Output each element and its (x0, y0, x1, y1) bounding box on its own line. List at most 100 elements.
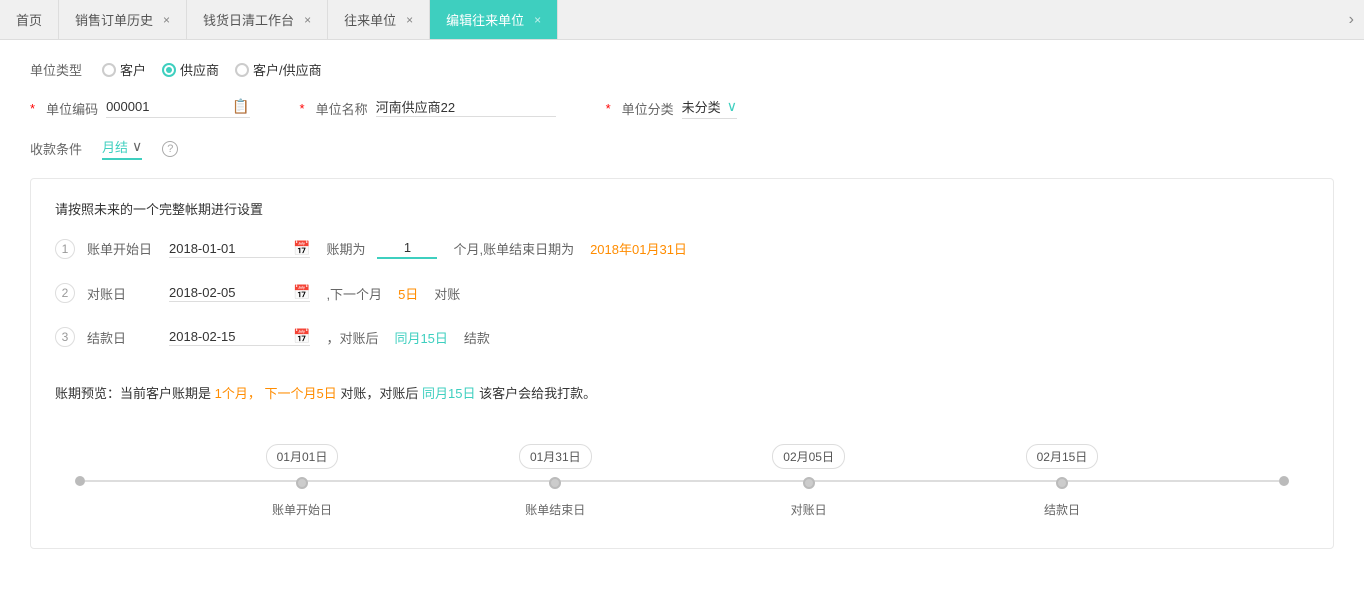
tab-bar: 首页 销售订单历史 × 钱货日清工作台 × 往来单位 × 编辑往来单位 × › (0, 0, 1364, 40)
unit-name-star: * (300, 101, 305, 116)
step-row-2: 2 对账日 📅 ,下一个月 5日 对账 (55, 283, 1309, 303)
timeline-tag-4: 02月15日 (1026, 444, 1099, 469)
card-title: 请按照未来的一个完整帐期进行设置 (55, 199, 1309, 218)
unit-category-value: 未分类 (682, 97, 721, 116)
timeline-tag-3: 02月05日 (772, 444, 845, 469)
step-period-label-1: 账期为 (326, 239, 365, 258)
timeline-dot-3 (803, 477, 815, 489)
tab-home-label: 首页 (16, 10, 42, 29)
timeline-tag-2: 01月31日 (519, 444, 592, 469)
step-period-unit-1: 个月,账单结束日期为 (453, 239, 574, 258)
unit-type-row: 单位类型 客户 供应商 客户/供应商 (30, 60, 1334, 79)
timeline-end-cap (1279, 476, 1289, 486)
timeline-label-2: 账单结束日 (525, 501, 585, 518)
step-desc-2-highlight: 5日 (398, 284, 418, 303)
tab-home[interactable]: 首页 (0, 0, 59, 39)
timeline-node-2: 01月31日 账单结束日 (519, 444, 592, 518)
unit-code-input-wrapper: 📋 (106, 98, 249, 118)
timeline-dot-1 (296, 477, 308, 489)
unit-code-star: * (30, 101, 35, 116)
step-date-2-calendar-icon[interactable]: 📅 (293, 284, 310, 301)
tab-sales-history-label: 销售订单历史 (75, 10, 153, 29)
step-date-1-input[interactable] (169, 241, 289, 256)
tab-sales-history-close[interactable]: × (163, 13, 170, 27)
preview-text: 账期预览：当前客户账期是 1个月， 下一个月5日 对账，对账后 同月15日 该客… (55, 371, 1309, 414)
unit-name-group: * 单位名称 (300, 99, 556, 118)
timeline-label-3: 对账日 (791, 501, 827, 518)
tab-partner-label: 往来单位 (344, 10, 396, 29)
step-date-3-wrapper: 📅 (169, 328, 310, 346)
step-label-3: 结款日 (87, 328, 157, 347)
timeline-tag-1: 01月01日 (266, 444, 339, 469)
payment-row: 收款条件 月结 ∨ ? (30, 137, 1334, 160)
preview-end: 该客户会给我打款。 (479, 386, 596, 401)
tab-sales-history[interactable]: 销售订单历史 × (59, 0, 187, 39)
timeline-dot-4 (1056, 477, 1068, 489)
step-date-1-calendar-icon[interactable]: 📅 (293, 240, 310, 257)
unit-info-row: * 单位编码 📋 * 单位名称 * 单位分类 未分类 ∨ (30, 97, 1334, 119)
unit-type-label: 单位类型 (30, 60, 82, 79)
preview-label: 账期预览：当前客户账期是 (55, 386, 211, 401)
step-date-3-input[interactable] (169, 329, 289, 344)
unit-name-input-wrapper (376, 99, 556, 117)
unit-category-star: * (606, 101, 611, 116)
tab-partner-close[interactable]: × (406, 13, 413, 27)
step-period-input-1[interactable] (377, 238, 437, 259)
timeline-start-dot (75, 476, 85, 486)
tab-edit-partner[interactable]: 编辑往来单位 × (430, 0, 558, 39)
unit-category-label: 单位分类 (622, 99, 674, 118)
payment-chevron-icon: ∨ (132, 138, 142, 155)
unit-name-input[interactable] (376, 99, 556, 114)
radio-supplier-circle (162, 63, 176, 77)
step-date-2-wrapper: 📅 (169, 284, 310, 302)
step-period-end-date-1: 2018年01月31日 (590, 239, 687, 258)
preview-part1: 1个月， (215, 386, 261, 401)
tab-edit-partner-label: 编辑往来单位 (446, 10, 524, 29)
tab-more-arrow[interactable]: › (1339, 0, 1364, 39)
timeline-label-4: 结款日 (1044, 501, 1080, 518)
tab-partner[interactable]: 往来单位 × (328, 0, 430, 39)
radio-customer[interactable]: 客户 (102, 60, 146, 79)
radio-supplier[interactable]: 供应商 (162, 60, 219, 79)
preview-part2: 下一个月5日 (265, 386, 337, 401)
unit-category-select[interactable]: 未分类 ∨ (682, 97, 737, 119)
step-desc-3-prefix: ，对账后 (326, 328, 378, 347)
main-content: 单位类型 客户 供应商 客户/供应商 * 单位编码 📋 (0, 40, 1364, 608)
timeline-dot-2 (549, 477, 561, 489)
timeline-node-4: 02月15日 结款日 (1026, 444, 1099, 518)
radio-customer-label: 客户 (120, 60, 146, 79)
unit-code-input[interactable] (106, 99, 226, 114)
radio-group-unit-type: 客户 供应商 客户/供应商 (102, 60, 322, 79)
step-desc-2-suffix: 对账 (434, 284, 460, 303)
tab-cash-work-label: 钱货日清工作台 (203, 10, 294, 29)
preview-part3: 同月15日 (422, 386, 475, 401)
tab-edit-partner-close[interactable]: × (534, 13, 541, 27)
step-date-3-calendar-icon[interactable]: 📅 (293, 328, 310, 345)
timeline-label-1: 账单开始日 (272, 501, 332, 518)
step-row-3: 3 结款日 📅 ，对账后 同月15日 结款 (55, 327, 1309, 347)
timeline-wrapper: 01月01日 账单开始日 01月31日 账单结束日 02月05日 对账日 02月… (55, 434, 1309, 528)
radio-both-circle (235, 63, 249, 77)
unit-code-calendar-icon[interactable]: 📋 (232, 98, 249, 115)
step-date-2-input[interactable] (169, 285, 289, 300)
timeline-node-3: 02月05日 对账日 (772, 444, 845, 518)
payment-select[interactable]: 月结 ∨ (102, 137, 142, 160)
card-panel: 请按照未来的一个完整帐期进行设置 1 账单开始日 📅 账期为 个月,账单结束日期… (30, 178, 1334, 549)
step-label-1: 账单开始日 (87, 239, 157, 258)
timeline-end-dot (1279, 476, 1289, 486)
unit-code-group: * 单位编码 📋 (30, 98, 250, 118)
radio-customer-circle (102, 63, 116, 77)
radio-supplier-label: 供应商 (180, 60, 219, 79)
step-date-1-wrapper: 📅 (169, 240, 310, 258)
step-desc-3-suffix: 结款 (464, 328, 490, 347)
preview-mid: 对账，对账后 (340, 386, 418, 401)
unit-category-chevron-icon: ∨ (727, 98, 737, 115)
tab-cash-work[interactable]: 钱货日清工作台 × (187, 0, 328, 39)
step-num-1: 1 (55, 239, 75, 259)
timeline-items: 01月01日 账单开始日 01月31日 账单结束日 02月05日 对账日 02月… (75, 444, 1289, 518)
tab-cash-work-close[interactable]: × (304, 13, 311, 27)
radio-both[interactable]: 客户/供应商 (235, 60, 322, 79)
unit-code-label: 单位编码 (46, 99, 98, 118)
timeline-node-1: 01月01日 账单开始日 (266, 444, 339, 518)
payment-help-icon[interactable]: ? (162, 141, 178, 157)
